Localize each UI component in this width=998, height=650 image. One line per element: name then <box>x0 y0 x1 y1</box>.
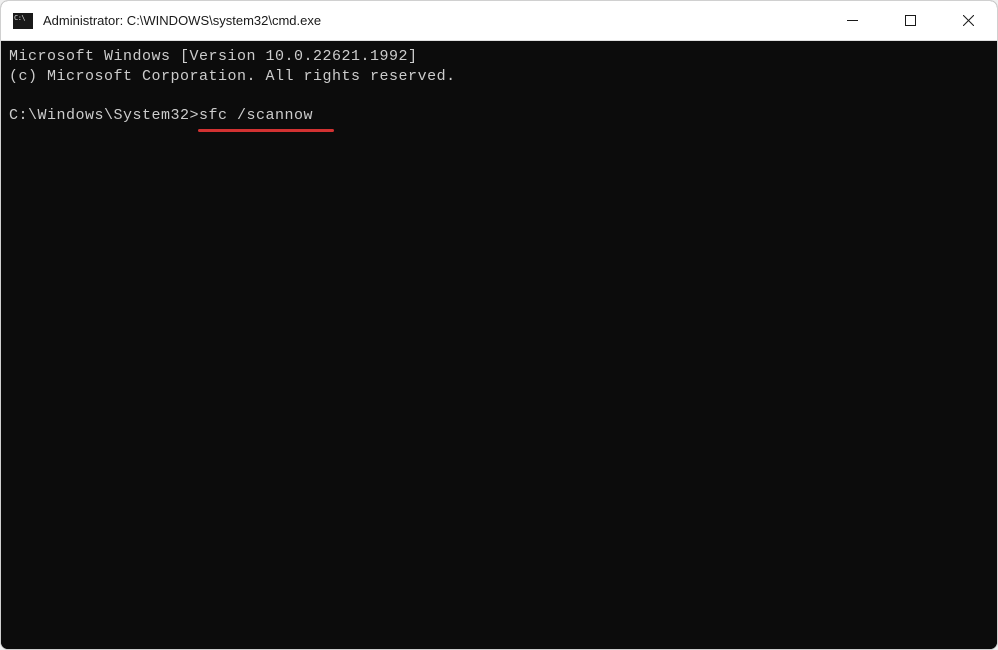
window-controls <box>823 1 997 40</box>
terminal-prompt: C:\Windows\System32> <box>9 107 199 124</box>
terminal-area[interactable]: Microsoft Windows [Version 10.0.22621.19… <box>1 41 997 649</box>
terminal-output-line: (c) Microsoft Corporation. All rights re… <box>9 67 989 87</box>
red-underline-annotation <box>198 129 334 132</box>
cmd-window: Administrator: C:\WINDOWS\system32\cmd.e… <box>0 0 998 650</box>
terminal-command: sfc /scannow <box>199 107 313 124</box>
cmd-icon <box>13 13 33 29</box>
close-icon <box>963 15 974 26</box>
terminal-prompt-line: C:\Windows\System32>sfc /scannow <box>9 106 313 126</box>
terminal-output-line: Microsoft Windows [Version 10.0.22621.19… <box>9 47 989 67</box>
maximize-icon <box>905 15 916 26</box>
titlebar[interactable]: Administrator: C:\WINDOWS\system32\cmd.e… <box>1 1 997 41</box>
minimize-button[interactable] <box>823 1 881 40</box>
close-button[interactable] <box>939 1 997 40</box>
maximize-button[interactable] <box>881 1 939 40</box>
window-title: Administrator: C:\WINDOWS\system32\cmd.e… <box>43 13 823 28</box>
minimize-icon <box>847 15 858 26</box>
